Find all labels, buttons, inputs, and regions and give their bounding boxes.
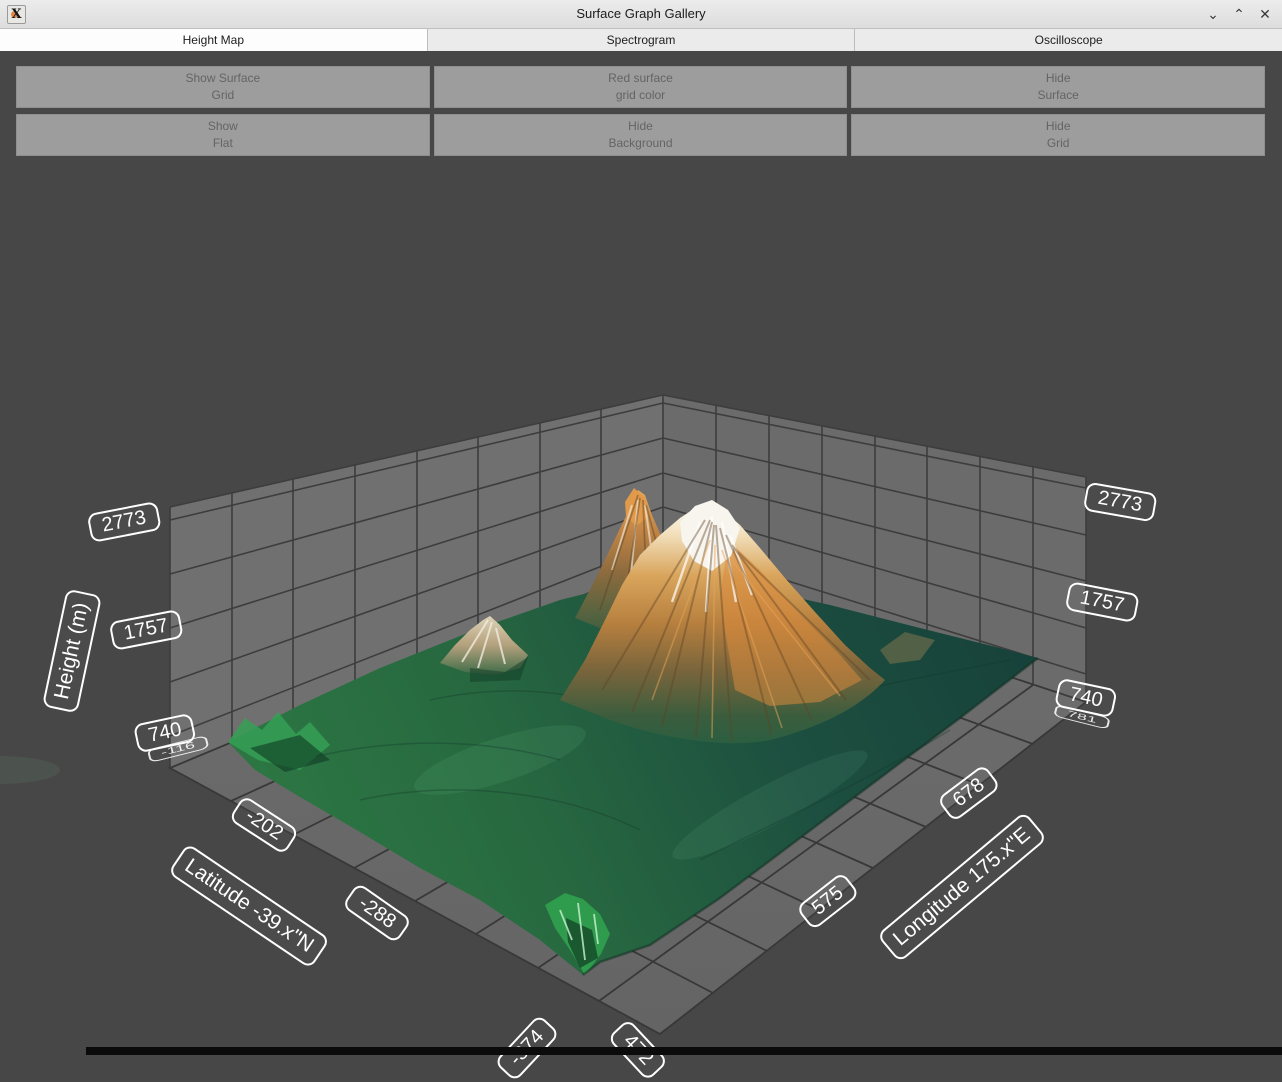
surface-plot-canvas[interactable] <box>0 0 1282 1055</box>
bottom-screen-edge <box>86 1047 1282 1055</box>
surface-plot-view[interactable]: -116 2773 1757 740 Height (m) 781 2773 1… <box>0 0 1282 1055</box>
